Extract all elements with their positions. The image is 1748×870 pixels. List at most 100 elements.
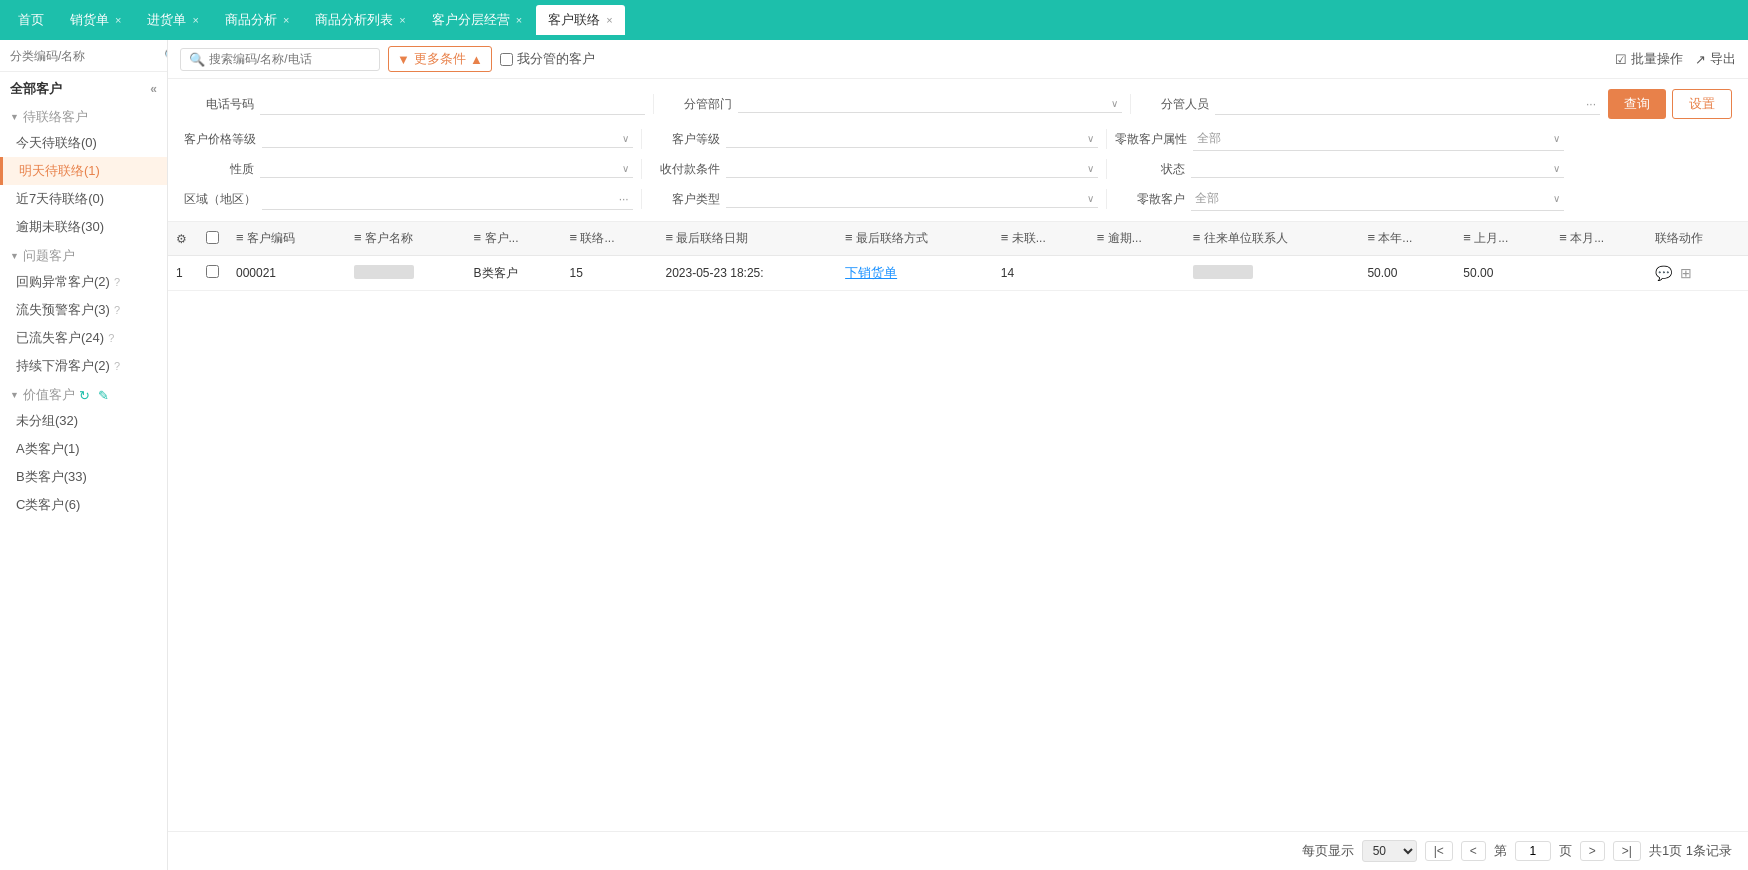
filter-price-level-select[interactable]: ∨	[262, 130, 633, 148]
prev-page-btn[interactable]: <	[1461, 841, 1486, 861]
more-conditions-btn[interactable]: ▼ 更多条件 ▲	[388, 46, 492, 72]
all-customers-title: 全部客户 «	[0, 72, 167, 102]
cell-checkbox[interactable]	[198, 256, 228, 291]
sidebar: 🔍 全部客户 « ▼待联络客户今天待联络(0)明天待联络(1)近7天待联络(0)…	[0, 40, 168, 870]
filter-dept-select[interactable]: ∨	[738, 95, 1123, 113]
help-icon: ?	[114, 360, 120, 372]
first-page-btn[interactable]: |<	[1425, 841, 1453, 861]
filter-cust-level-select[interactable]: ∨	[726, 130, 1099, 148]
set-button[interactable]: 设置	[1672, 89, 1732, 119]
my-customers-label: 我分管的客户	[517, 50, 595, 68]
chevron-down-icon-5: ∨	[622, 163, 629, 174]
cell-last-method[interactable]: 下销货单	[837, 256, 993, 291]
cell-contacts: 15	[562, 256, 658, 291]
sidebar-item-流失预警客户(3)[interactable]: 流失预警客户(3) ?	[0, 296, 167, 324]
tab-close-icon[interactable]: ×	[606, 14, 612, 26]
help-icon: ?	[108, 332, 114, 344]
page-number-input[interactable]	[1515, 841, 1551, 861]
batch-operation-btn[interactable]: ☑ 批量操作	[1615, 50, 1683, 68]
filter-person-select[interactable]: ···	[1215, 94, 1600, 115]
sidebar-item-A类客户(1)[interactable]: A类客户(1)	[0, 435, 167, 463]
action-chat-icon[interactable]: 💬	[1655, 265, 1672, 281]
nav-tab-销货单[interactable]: 销货单×	[58, 5, 133, 35]
cell-name	[346, 256, 466, 291]
nav-tab-商品分析[interactable]: 商品分析×	[213, 5, 301, 35]
filter-phone-label: 电话号码	[184, 96, 254, 113]
group-title-label: 待联络客户	[23, 108, 88, 126]
filter-payment-select[interactable]: ∨	[726, 160, 1099, 178]
main-layout: 🔍 全部客户 « ▼待联络客户今天待联络(0)明天待联络(1)近7天待联络(0)…	[0, 40, 1748, 870]
sidebar-item-逾期未联络(30)[interactable]: 逾期未联络(30)	[0, 213, 167, 241]
filter-price-level: 客户价格等级 ∨	[184, 130, 633, 148]
action-grid-icon[interactable]: ⊞	[1680, 265, 1692, 281]
nav-tab-客户联络[interactable]: 客户联络×	[536, 5, 624, 35]
filter-cust-type-select[interactable]: ∨	[726, 190, 1099, 208]
filter-nature-select[interactable]: ∨	[260, 160, 633, 178]
tab-close-icon[interactable]: ×	[192, 14, 198, 26]
sidebar-group-待联络客户[interactable]: ▼待联络客户	[0, 102, 167, 129]
sidebar-item-label: 近7天待联络(0)	[16, 190, 104, 208]
filter-retail-attr: 零散客户属性 全部 ∨	[1115, 127, 1564, 151]
tab-close-icon[interactable]: ×	[115, 14, 121, 26]
filter-status-select[interactable]: ∨	[1191, 160, 1564, 178]
filter-buttons: 查询 设置	[1608, 89, 1732, 119]
sidebar-collapse-icon[interactable]: «	[150, 82, 157, 96]
export-btn[interactable]: ↗ 导出	[1695, 50, 1736, 68]
next-page-btn[interactable]: >	[1580, 841, 1605, 861]
nav-tab-商品分析列表[interactable]: 商品分析列表×	[303, 5, 417, 35]
col-name: ≡ 客户名称	[346, 222, 466, 256]
sidebar-item-label: 流失预警客户(3)	[16, 301, 110, 319]
sidebar-item-明天待联络(1)[interactable]: 明天待联络(1)	[0, 157, 167, 185]
row-checkbox[interactable]	[206, 265, 219, 278]
filter-region-select[interactable]: ···	[262, 189, 633, 210]
sidebar-item-label: 持续下滑客户(2)	[16, 357, 110, 375]
toolbar-search-input[interactable]	[209, 52, 369, 66]
sidebar-item-已流失客户(24)[interactable]: 已流失客户(24) ?	[0, 324, 167, 352]
sidebar-item-持续下滑客户(2)[interactable]: 持续下滑客户(2) ?	[0, 352, 167, 380]
my-customers-checkbox-label[interactable]: 我分管的客户	[500, 50, 595, 68]
edit-icon[interactable]: ✎	[98, 388, 109, 403]
nav-home[interactable]: 首页	[8, 5, 54, 35]
last-method-link[interactable]: 下销货单	[845, 265, 897, 280]
search-box[interactable]: 🔍	[180, 48, 380, 71]
cell-last-date: 2023-05-23 18:25:	[657, 256, 837, 291]
tab-close-icon[interactable]: ×	[283, 14, 289, 26]
filter-icon: ▼	[397, 52, 410, 67]
cell-action: 💬 ⊞	[1647, 256, 1748, 291]
refresh-icon[interactable]: ↻	[79, 388, 90, 403]
select-all-checkbox[interactable]	[206, 231, 219, 244]
sidebar-item-回购异常客户(2)[interactable]: 回购异常客户(2) ?	[0, 268, 167, 296]
sidebar-item-C类客户(6)[interactable]: C类客户(6)	[0, 491, 167, 519]
tab-close-icon[interactable]: ×	[516, 14, 522, 26]
col-this-year: ≡ 本年...	[1359, 222, 1455, 256]
filter-cust-type-label: 客户类型	[650, 191, 720, 208]
col-settings[interactable]: ⚙	[168, 222, 198, 256]
my-customers-checkbox[interactable]	[500, 53, 513, 66]
sidebar-item-B类客户(33)[interactable]: B类客户(33)	[0, 463, 167, 491]
nav-tab-进货单[interactable]: 进货单×	[135, 5, 210, 35]
nav-tab-客户分层经营[interactable]: 客户分层经营×	[420, 5, 534, 35]
filter-retail-select[interactable]: 全部 ∨	[1191, 187, 1564, 211]
filter-region-label: 区域（地区）	[184, 191, 256, 208]
tab-close-icon[interactable]: ×	[399, 14, 405, 26]
sidebar-item-近7天待联络(0)[interactable]: 近7天待联络(0)	[0, 185, 167, 213]
query-button[interactable]: 查询	[1608, 89, 1666, 119]
page-size-select[interactable]: 50 100 200	[1362, 840, 1417, 862]
sidebar-search-input[interactable]	[10, 49, 160, 63]
all-customers-label[interactable]: 全部客户	[10, 80, 62, 98]
filter-retail-attr-select[interactable]: 全部 ∨	[1193, 127, 1564, 151]
filter-phone-input[interactable]	[260, 94, 645, 115]
cell-this-month	[1551, 256, 1647, 291]
filter-row-1: 电话号码 分管部门 ∨ 分管人员 ···	[184, 89, 1732, 119]
sidebar-group-价值客户[interactable]: ▼价值客户 ↻✎	[0, 380, 167, 407]
group-triangle: ▼	[10, 390, 19, 400]
export-label: 导出	[1710, 50, 1736, 68]
top-nav: 首页 销货单×进货单×商品分析×商品分析列表×客户分层经营×客户联络×	[0, 0, 1748, 40]
help-icon: ?	[114, 276, 120, 288]
col-checkbox[interactable]	[198, 222, 228, 256]
sidebar-item-未分组(32)[interactable]: 未分组(32)	[0, 407, 167, 435]
chevron-down-icon-8: ∨	[1087, 193, 1094, 204]
last-page-btn[interactable]: >|	[1613, 841, 1641, 861]
sidebar-group-问题客户[interactable]: ▼问题客户	[0, 241, 167, 268]
sidebar-item-今天待联络(0)[interactable]: 今天待联络(0)	[0, 129, 167, 157]
